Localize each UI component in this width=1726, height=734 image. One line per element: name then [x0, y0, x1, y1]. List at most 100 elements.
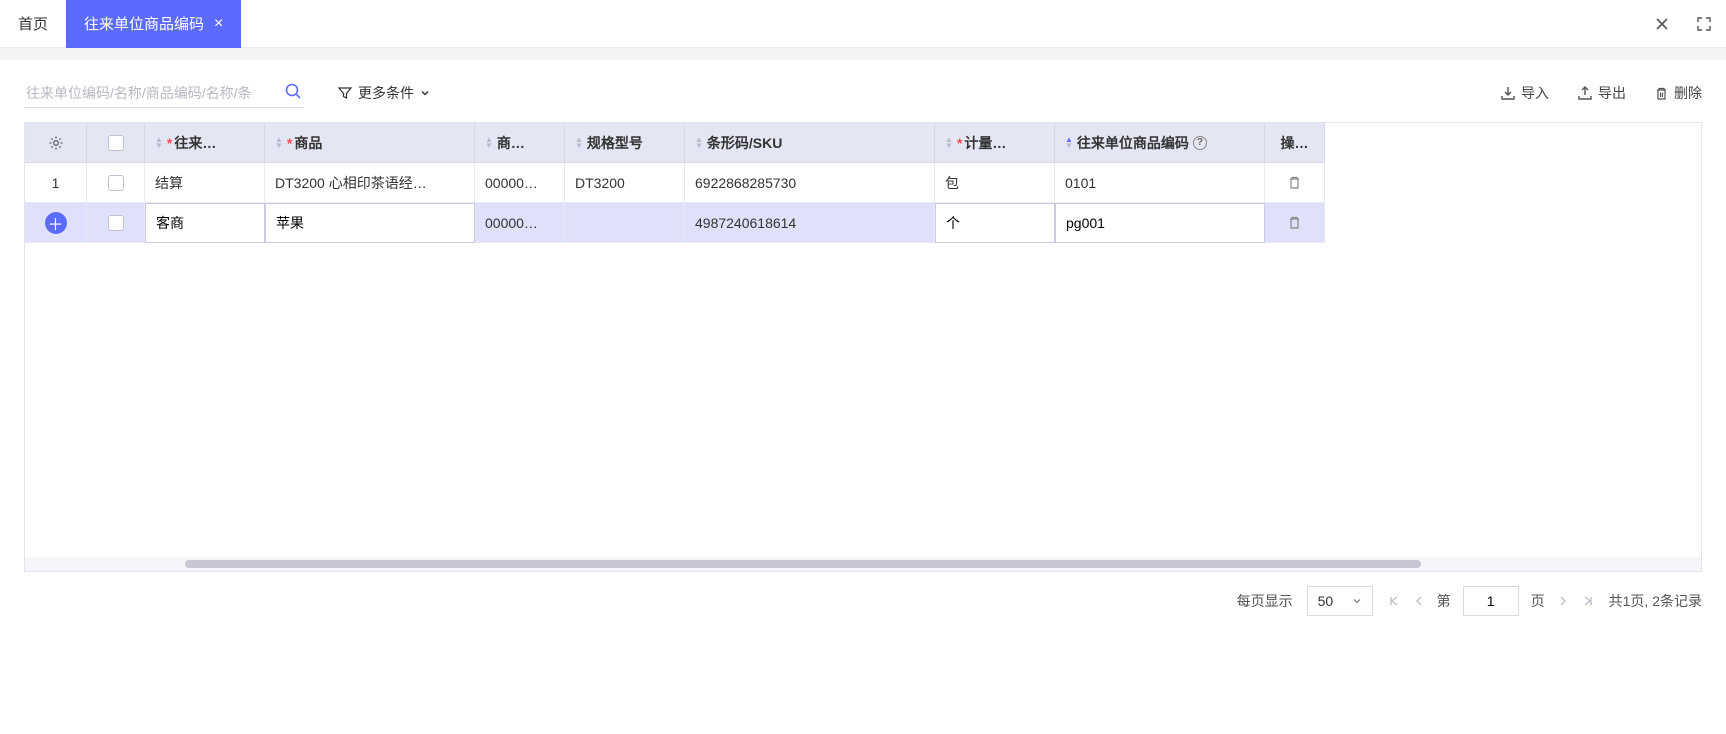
close-icon[interactable]: ×	[214, 16, 223, 32]
toolbar: 更多条件 导入 导出 删除	[0, 60, 1726, 122]
partner-input[interactable]	[146, 204, 264, 242]
page-size-value: 50	[1318, 593, 1334, 609]
page-summary: 共1页, 2条记录	[1609, 591, 1702, 611]
col-product-code-label: 商…	[497, 133, 525, 153]
fullscreen-icon	[1696, 16, 1712, 32]
more-conditions-button[interactable]: 更多条件	[338, 83, 430, 103]
cell-action	[1265, 203, 1325, 243]
data-table: ▲▼ * 往来… ▲▼ * 商品 ▲▼ 商… ▲▼ 规格型号 ▲▼ 条形码/SK…	[24, 122, 1702, 572]
cell-barcode: 6922868285730	[685, 163, 935, 203]
x-icon	[1654, 16, 1670, 32]
sort-icon: ▲▼	[695, 137, 703, 149]
scrollbar-thumb[interactable]	[185, 560, 1421, 568]
horizontal-scrollbar[interactable]	[25, 557, 1701, 571]
cell-spec	[565, 203, 685, 243]
cell-unit[interactable]: 包	[935, 163, 1055, 203]
product-input[interactable]	[266, 204, 474, 242]
row-delete-button[interactable]	[1287, 215, 1302, 230]
export-label: 导出	[1598, 83, 1626, 103]
cell-unit[interactable]	[935, 203, 1055, 243]
add-row-button[interactable]: ＋	[45, 212, 67, 234]
chevron-right-icon	[1557, 595, 1569, 607]
col-product-label: 商品	[294, 133, 322, 153]
page-input[interactable]	[1463, 586, 1519, 616]
prev-page-button[interactable]	[1413, 595, 1425, 607]
col-settings[interactable]	[25, 123, 87, 163]
filter-icon	[338, 86, 352, 100]
chevron-down-icon	[1352, 596, 1362, 606]
last-page-button[interactable]	[1581, 594, 1595, 608]
search-input[interactable]	[24, 78, 304, 108]
cell-partner[interactable]: 结算	[145, 163, 265, 203]
pagination: 每页显示 50 第 页 共1页, 2条记录	[0, 572, 1726, 630]
cell-action	[1265, 163, 1325, 203]
tab-active-label: 往来单位商品编码	[84, 13, 204, 34]
delete-button[interactable]: 删除	[1654, 83, 1702, 103]
sort-icon: ▲▼	[1065, 137, 1073, 149]
col-unit[interactable]: ▲▼ * 计量…	[935, 123, 1055, 163]
col-action: 操…	[1265, 123, 1325, 163]
col-action-label: 操…	[1281, 133, 1309, 153]
last-icon	[1581, 594, 1595, 608]
row-checkbox[interactable]	[108, 215, 124, 231]
unit-input[interactable]	[936, 204, 1054, 242]
trash-icon	[1287, 175, 1302, 190]
next-page-button[interactable]	[1557, 595, 1569, 607]
gear-icon	[48, 135, 64, 151]
tab-home[interactable]: 首页	[0, 0, 66, 48]
import-label: 导入	[1521, 83, 1549, 103]
row-checkbox[interactable]	[108, 175, 124, 191]
chevron-left-icon	[1413, 595, 1425, 607]
export-button[interactable]: 导出	[1577, 83, 1626, 103]
sort-icon: ▲▼	[575, 137, 583, 149]
col-checkbox	[87, 123, 145, 163]
close-all-tabs-button[interactable]	[1648, 10, 1676, 38]
sort-icon: ▲▼	[155, 137, 163, 149]
fullscreen-button[interactable]	[1690, 10, 1718, 38]
sort-icon: ▲▼	[945, 137, 953, 149]
cell-product[interactable]: DT3200 心相印茶语经…	[265, 163, 475, 203]
cell-spec: DT3200	[565, 163, 685, 203]
col-ppc-label: 往来单位商品编码	[1077, 133, 1189, 153]
col-unit-label: 计量…	[964, 133, 1006, 153]
cell-partner[interactable]	[145, 203, 265, 243]
sort-icon: ▲▼	[275, 137, 283, 149]
more-conditions-label: 更多条件	[358, 83, 414, 103]
tab-active[interactable]: 往来单位商品编码 ×	[66, 0, 241, 48]
row-check	[87, 163, 145, 203]
delete-label: 删除	[1674, 83, 1702, 103]
per-page-label: 每页显示	[1237, 591, 1293, 611]
cell-code[interactable]	[1055, 203, 1265, 243]
chevron-down-icon	[420, 88, 430, 98]
page-prefix: 第	[1437, 591, 1451, 611]
col-barcode-label: 条形码/SKU	[707, 133, 782, 153]
code-input[interactable]	[1056, 204, 1264, 242]
page-size-select[interactable]: 50	[1307, 586, 1373, 616]
help-icon[interactable]: ?	[1193, 136, 1207, 150]
cell-product[interactable]	[265, 203, 475, 243]
tab-bar: 首页 往来单位商品编码 ×	[0, 0, 1726, 48]
cell-product-code: 00000…	[475, 203, 565, 243]
trash-icon	[1654, 86, 1669, 101]
cell-product-code: 00000…	[475, 163, 565, 203]
row-delete-button[interactable]	[1287, 175, 1302, 190]
export-icon	[1577, 85, 1593, 101]
cell-barcode: 4987240618614	[685, 203, 935, 243]
row-check	[87, 203, 145, 243]
col-barcode[interactable]: ▲▼ 条形码/SKU	[685, 123, 935, 163]
page-suffix: 页	[1531, 591, 1545, 611]
trash-icon	[1287, 215, 1302, 230]
import-icon	[1500, 85, 1516, 101]
col-partner[interactable]: ▲▼ * 往来…	[145, 123, 265, 163]
col-product[interactable]: ▲▼ * 商品	[265, 123, 475, 163]
col-spec[interactable]: ▲▼ 规格型号	[565, 123, 685, 163]
search-icon[interactable]	[284, 82, 302, 100]
col-product-code[interactable]: ▲▼ 商…	[475, 123, 565, 163]
first-page-button[interactable]	[1387, 594, 1401, 608]
tab-home-label: 首页	[18, 13, 48, 34]
select-all-checkbox[interactable]	[108, 135, 124, 151]
cell-code[interactable]: 0101	[1055, 163, 1265, 203]
import-button[interactable]: 导入	[1500, 83, 1549, 103]
col-partner-product-code[interactable]: ▲▼ 往来单位商品编码 ?	[1055, 123, 1265, 163]
col-partner-label: 往来…	[174, 133, 216, 153]
